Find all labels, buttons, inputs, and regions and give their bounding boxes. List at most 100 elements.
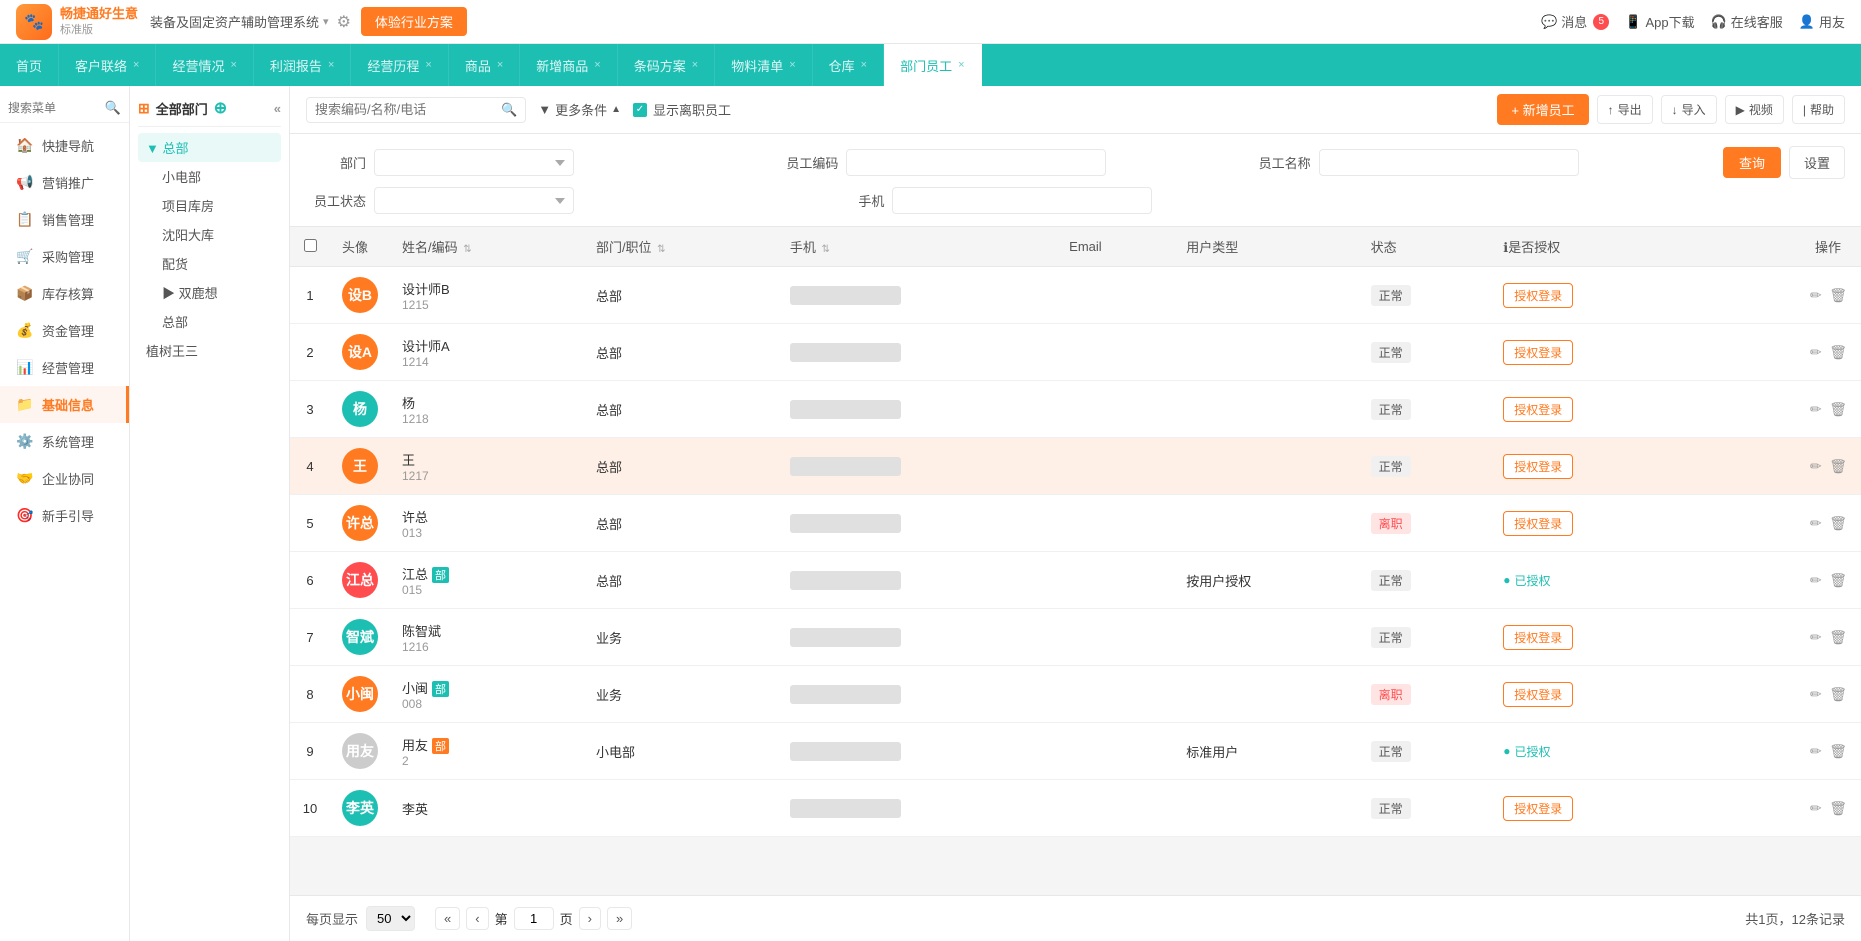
tab-close-icon[interactable]: × <box>133 59 139 71</box>
try-button[interactable]: 体验行业方案 <box>361 7 467 36</box>
nav-tab-部门员工[interactable]: 部门员工× <box>884 44 981 86</box>
gear-icon[interactable]: ⚙ <box>337 12 351 32</box>
first-page-btn[interactable]: « <box>435 907 460 930</box>
edit-button[interactable]: ✏ <box>1810 287 1822 304</box>
nav-tab-经营情况[interactable]: 经营情况× <box>156 44 253 86</box>
last-page-btn[interactable]: » <box>607 907 632 930</box>
phone-input[interactable] <box>892 187 1152 214</box>
sidebar-item-collab[interactable]: 🤝企业协同 <box>0 460 129 497</box>
phone-sort-icon[interactable]: ⇅ <box>822 244 830 255</box>
dept-tree-add-icon[interactable]: ⊕ <box>214 98 227 118</box>
more-filter-btn[interactable]: ▼ 更多条件 ▲ <box>538 100 621 119</box>
edit-button[interactable]: ✏ <box>1810 401 1822 418</box>
tab-close-icon[interactable]: × <box>958 59 964 71</box>
tab-close-icon[interactable]: × <box>789 59 795 71</box>
sidebar-item-inventory[interactable]: 📦库存核算 <box>0 275 129 312</box>
tab-close-icon[interactable]: × <box>497 59 503 71</box>
dept-item-zongbu[interactable]: 总部 <box>154 307 281 336</box>
edit-button[interactable]: ✏ <box>1810 629 1822 646</box>
tab-close-icon[interactable]: × <box>692 59 698 71</box>
nav-tab-新增商品[interactable]: 新增商品× <box>520 44 617 86</box>
dept-item-shuanglu[interactable]: ▶ 双鹿想 <box>154 278 281 307</box>
show-resigned-checkbox[interactable]: ✓ <box>633 103 647 117</box>
title-dropdown-icon[interactable]: ▾ <box>323 15 329 28</box>
emp-name-input[interactable] <box>1319 149 1579 176</box>
prev-page-btn[interactable]: ‹ <box>466 907 488 930</box>
edit-button[interactable]: ✏ <box>1810 686 1822 703</box>
auth-btn[interactable]: 授权登录 <box>1503 454 1573 479</box>
auth-btn[interactable]: 授权登录 <box>1503 625 1573 650</box>
set-button[interactable]: 设置 <box>1789 146 1845 179</box>
dept-item-project[interactable]: 项目库房 <box>154 191 281 220</box>
delete-button[interactable]: 🗑 <box>1829 629 1847 646</box>
sidebar-item-purchase[interactable]: 🛒采购管理 <box>0 238 129 275</box>
dept-tree-collapse-btn[interactable]: « <box>274 101 281 116</box>
edit-button[interactable]: ✏ <box>1810 743 1822 760</box>
tab-close-icon[interactable]: × <box>594 59 600 71</box>
nav-tab-利润报告[interactable]: 利润报告× <box>254 44 351 86</box>
edit-button[interactable]: ✏ <box>1810 344 1822 361</box>
service-btn[interactable]: 🎧 在线客服 <box>1711 12 1783 31</box>
delete-button[interactable]: 🗑 <box>1829 458 1847 475</box>
tab-close-icon[interactable]: × <box>861 59 867 71</box>
dept-filter-select[interactable] <box>374 149 574 176</box>
sidebar-item-guide[interactable]: 🎯新手引导 <box>0 497 129 534</box>
name-sort-icon[interactable]: ⇅ <box>463 244 471 255</box>
dept-item-xiaodian[interactable]: 小电部 <box>154 162 281 191</box>
query-button[interactable]: 查询 <box>1723 147 1781 178</box>
dept-item-peihuo[interactable]: 配货 <box>154 249 281 278</box>
delete-button[interactable]: 🗑 <box>1829 401 1847 418</box>
emp-code-input[interactable] <box>846 149 1106 176</box>
app-download-btn[interactable]: 📱 App下载 <box>1625 12 1694 31</box>
message-btn[interactable]: 💬 消息 5 <box>1541 12 1609 31</box>
nav-tab-首页[interactable]: 首页 <box>0 44 59 86</box>
tab-close-icon[interactable]: × <box>425 59 431 71</box>
search-menu-input[interactable] <box>8 101 99 115</box>
delete-button[interactable]: 🗑 <box>1829 287 1847 304</box>
edit-button[interactable]: ✏ <box>1810 458 1822 475</box>
sidebar-item-operations[interactable]: 📊经营管理 <box>0 349 129 386</box>
delete-button[interactable]: 🗑 <box>1829 686 1847 703</box>
auth-btn[interactable]: 授权登录 <box>1503 511 1573 536</box>
delete-button[interactable]: 🗑 <box>1829 743 1847 760</box>
dept-item-shenyang[interactable]: 沈阳大库 <box>154 220 281 249</box>
auth-btn[interactable]: 授权登录 <box>1503 397 1573 422</box>
tab-close-icon[interactable]: × <box>328 59 334 71</box>
sidebar-item-sales[interactable]: 📋销售管理 <box>0 201 129 238</box>
view-button[interactable]: ▶ 视频 <box>1725 95 1784 124</box>
nav-tab-物料清单[interactable]: 物料清单× <box>715 44 812 86</box>
delete-button[interactable]: 🗑 <box>1829 800 1847 817</box>
tab-close-icon[interactable]: × <box>230 59 236 71</box>
sidebar-item-finance[interactable]: 💰资金管理 <box>0 312 129 349</box>
auth-btn[interactable]: 授权登录 <box>1503 340 1573 365</box>
sidebar-item-system[interactable]: ⚙️系统管理 <box>0 423 129 460</box>
add-employee-button[interactable]: + 新增员工 <box>1497 94 1588 125</box>
delete-button[interactable]: 🗑 <box>1829 515 1847 532</box>
dept-sort-icon[interactable]: ⇅ <box>657 244 665 255</box>
sidebar-item-basic[interactable]: 📁基础信息 <box>0 386 129 423</box>
page-input[interactable] <box>514 907 554 930</box>
nav-tab-客户联络[interactable]: 客户联络× <box>59 44 156 86</box>
edit-button[interactable]: ✏ <box>1810 515 1822 532</box>
page-size-select[interactable]: 50 <box>366 906 415 931</box>
import-button[interactable]: ↓ 导入 <box>1661 95 1717 124</box>
nav-tab-仓库[interactable]: 仓库× <box>813 44 884 86</box>
emp-status-select[interactable] <box>374 187 574 214</box>
edit-button[interactable]: ✏ <box>1810 800 1822 817</box>
dept-item-zhishu[interactable]: 植树王三 <box>138 336 281 365</box>
next-page-btn[interactable]: › <box>579 907 601 930</box>
sidebar-item-marketing[interactable]: 📢营销推广 <box>0 164 129 201</box>
help-button[interactable]: | 帮助 <box>1792 95 1845 124</box>
select-all-checkbox[interactable] <box>304 239 317 252</box>
search-input[interactable] <box>315 102 495 117</box>
export-button[interactable]: ↑ 导出 <box>1597 95 1653 124</box>
dept-item-all[interactable]: ▼ 总部 <box>138 133 281 162</box>
auth-btn[interactable]: 授权登录 <box>1503 283 1573 308</box>
nav-tab-经营历程[interactable]: 经营历程× <box>351 44 448 86</box>
user-btn[interactable]: 👤 用友 <box>1799 12 1845 31</box>
nav-tab-条码方案[interactable]: 条码方案× <box>618 44 715 86</box>
delete-button[interactable]: 🗑 <box>1829 572 1847 589</box>
edit-button[interactable]: ✏ <box>1810 572 1822 589</box>
delete-button[interactable]: 🗑 <box>1829 344 1847 361</box>
auth-btn[interactable]: 授权登录 <box>1503 796 1573 821</box>
